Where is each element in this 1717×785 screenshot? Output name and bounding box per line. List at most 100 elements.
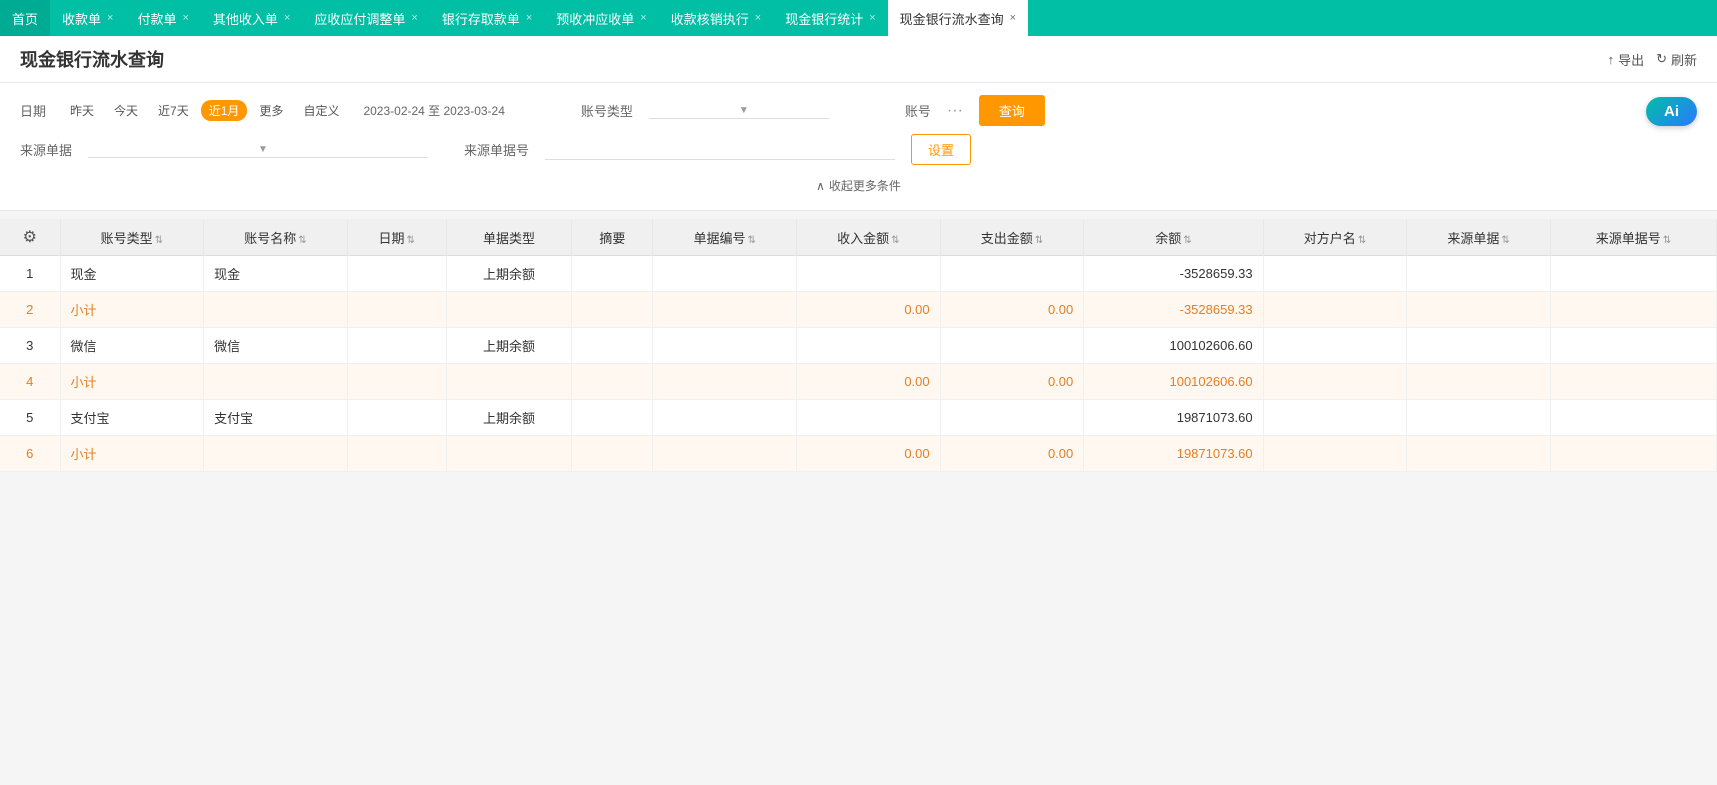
sort-icon-doc_no: ⇅ xyxy=(747,235,755,246)
cell-doc_no xyxy=(653,364,797,400)
source-doc-arrow: ▼ xyxy=(258,144,424,155)
cell-date xyxy=(347,328,446,364)
refresh-button[interactable]: ↻ 刷新 xyxy=(1656,50,1697,69)
cell-counterpart xyxy=(1263,292,1407,328)
table-settings-icon[interactable]: ⚙ xyxy=(23,229,37,246)
nav-tab-付款单[interactable]: 付款单× xyxy=(125,0,200,36)
col-account_name[interactable]: 账号名称⇅ xyxy=(204,219,348,256)
cell-expense xyxy=(940,400,1084,436)
date-btn-今天[interactable]: 今天 xyxy=(106,100,146,121)
query-button[interactable]: 查询 xyxy=(979,95,1045,126)
nav-tab-预收冲应收单[interactable]: 预收冲应收单× xyxy=(544,0,658,36)
source-doc-no-filter-label: 来源单据号 xyxy=(464,140,529,159)
sort-icon-date: ⇅ xyxy=(407,235,415,246)
cell-balance: -3528659.33 xyxy=(1084,292,1263,328)
refresh-icon: ↻ xyxy=(1656,51,1667,67)
cell-expense: 0.00 xyxy=(940,436,1084,472)
nav-tab-应收应付调整单[interactable]: 应收应付调整单× xyxy=(302,0,429,36)
cell-expense: 0.00 xyxy=(940,364,1084,400)
cell-doc_no xyxy=(653,400,797,436)
cell-summary xyxy=(572,328,653,364)
col-source_doc_no[interactable]: 来源单据号⇅ xyxy=(1550,219,1716,256)
table-row: 3微信微信上期余额100102606.60 xyxy=(0,328,1717,364)
date-btn-近7天[interactable]: 近7天 xyxy=(150,100,197,121)
cell-date xyxy=(347,400,446,436)
cell-no: 5 xyxy=(0,400,60,436)
nav-tab-现金银行统计[interactable]: 现金银行统计× xyxy=(773,0,887,36)
filter-row-1: 日期 昨天今天近7天近1月更多自定义 2023-02-24 至 2023-03-… xyxy=(20,95,1697,126)
col-expense[interactable]: 支出金额⇅ xyxy=(940,219,1084,256)
cell-doc_type: 上期余额 xyxy=(446,400,572,436)
account-dots[interactable]: ··· xyxy=(947,102,963,120)
account-type-filter-label: 账号类型 xyxy=(581,101,633,120)
cell-source_doc xyxy=(1407,400,1551,436)
nav-tab-收款单[interactable]: 收款单× xyxy=(50,0,125,36)
table-row: 5支付宝支付宝上期余额19871073.60 xyxy=(0,400,1717,436)
cell-doc_type xyxy=(446,436,572,472)
cell-account_name xyxy=(204,436,348,472)
cell-account_name xyxy=(204,292,348,328)
data-table: ⚙账号类型⇅账号名称⇅日期⇅单据类型摘要单据编号⇅收入金额⇅支出金额⇅余额⇅对方… xyxy=(0,219,1717,472)
cell-summary xyxy=(572,436,653,472)
source-doc-no-input[interactable] xyxy=(545,140,895,160)
nav-tab-收款核销执行[interactable]: 收款核销执行× xyxy=(659,0,773,36)
cell-income xyxy=(796,400,940,436)
account-type-arrow: ▼ xyxy=(739,105,825,116)
sort-icon-source_doc_no: ⇅ xyxy=(1663,235,1671,246)
cell-source_doc_no xyxy=(1550,400,1716,436)
col-balance[interactable]: 余额⇅ xyxy=(1084,219,1263,256)
sort-icon-account_type: ⇅ xyxy=(155,235,163,246)
cell-income: 0.00 xyxy=(796,292,940,328)
col-source_doc[interactable]: 来源单据⇅ xyxy=(1407,219,1551,256)
cell-account_type: 支付宝 xyxy=(60,400,204,436)
date-btn-更多[interactable]: 更多 xyxy=(251,100,291,121)
cell-no: 4 xyxy=(0,364,60,400)
cell-doc_no xyxy=(653,292,797,328)
cell-source_doc xyxy=(1407,256,1551,292)
filter-area: 日期 昨天今天近7天近1月更多自定义 2023-02-24 至 2023-03-… xyxy=(0,83,1717,211)
collapse-bar[interactable]: ∧ 收起更多条件 xyxy=(20,173,1697,198)
cell-account_type: 现金 xyxy=(60,256,204,292)
refresh-label: 刷新 xyxy=(1671,50,1697,69)
nav-tab-银行存取款单[interactable]: 银行存取款单× xyxy=(430,0,544,36)
export-label: 导出 xyxy=(1618,50,1644,69)
cell-doc_no xyxy=(653,328,797,364)
cell-balance: 100102606.60 xyxy=(1084,364,1263,400)
cell-doc_type xyxy=(446,292,572,328)
settings-button[interactable]: 设置 xyxy=(911,134,971,165)
date-btn-自定义[interactable]: 自定义 xyxy=(295,100,347,121)
col-account_type[interactable]: 账号类型⇅ xyxy=(60,219,204,256)
ai-button[interactable]: Ai xyxy=(1646,97,1697,126)
col-counterpart[interactable]: 对方户名⇅ xyxy=(1263,219,1407,256)
cell-income xyxy=(796,328,940,364)
nav-home[interactable]: 首页 xyxy=(0,0,50,36)
cell-expense: 0.00 xyxy=(940,292,1084,328)
header-actions: ↑ 导出 ↻ 刷新 xyxy=(1608,50,1697,69)
export-button[interactable]: ↑ 导出 xyxy=(1608,50,1645,69)
cell-balance: 100102606.60 xyxy=(1084,328,1263,364)
sort-icon-counterpart: ⇅ xyxy=(1358,235,1366,246)
nav-tab-其他收入单[interactable]: 其他收入单× xyxy=(201,0,302,36)
date-btn-近1月[interactable]: 近1月 xyxy=(201,100,248,121)
date-btn-昨天[interactable]: 昨天 xyxy=(62,100,102,121)
col-income[interactable]: 收入金额⇅ xyxy=(796,219,940,256)
collapse-icon: ∧ xyxy=(816,179,825,193)
table-container: ⚙账号类型⇅账号名称⇅日期⇅单据类型摘要单据编号⇅收入金额⇅支出金额⇅余额⇅对方… xyxy=(0,219,1717,472)
nav-tab-现金银行流水查询[interactable]: 现金银行流水查询× xyxy=(888,0,1028,36)
account-type-select[interactable]: ▼ xyxy=(649,103,829,119)
cell-source_doc_no xyxy=(1550,292,1716,328)
account-filter-label: 账号 xyxy=(905,101,931,120)
table-row: 2小计0.000.00-3528659.33 xyxy=(0,292,1717,328)
source-doc-select[interactable]: ▼ xyxy=(88,142,428,158)
date-filter-label: 日期 xyxy=(20,101,46,120)
page-title: 现金银行流水查询 xyxy=(20,46,164,72)
cell-no: 3 xyxy=(0,328,60,364)
cell-counterpart xyxy=(1263,436,1407,472)
col-date[interactable]: 日期⇅ xyxy=(347,219,446,256)
filter-row-2: 来源单据 ▼ 来源单据号 设置 xyxy=(20,134,1697,165)
col-doc_no[interactable]: 单据编号⇅ xyxy=(653,219,797,256)
cell-counterpart xyxy=(1263,256,1407,292)
cell-date xyxy=(347,436,446,472)
date-range: 2023-02-24 至 2023-03-24 xyxy=(363,102,504,119)
cell-source_doc xyxy=(1407,292,1551,328)
